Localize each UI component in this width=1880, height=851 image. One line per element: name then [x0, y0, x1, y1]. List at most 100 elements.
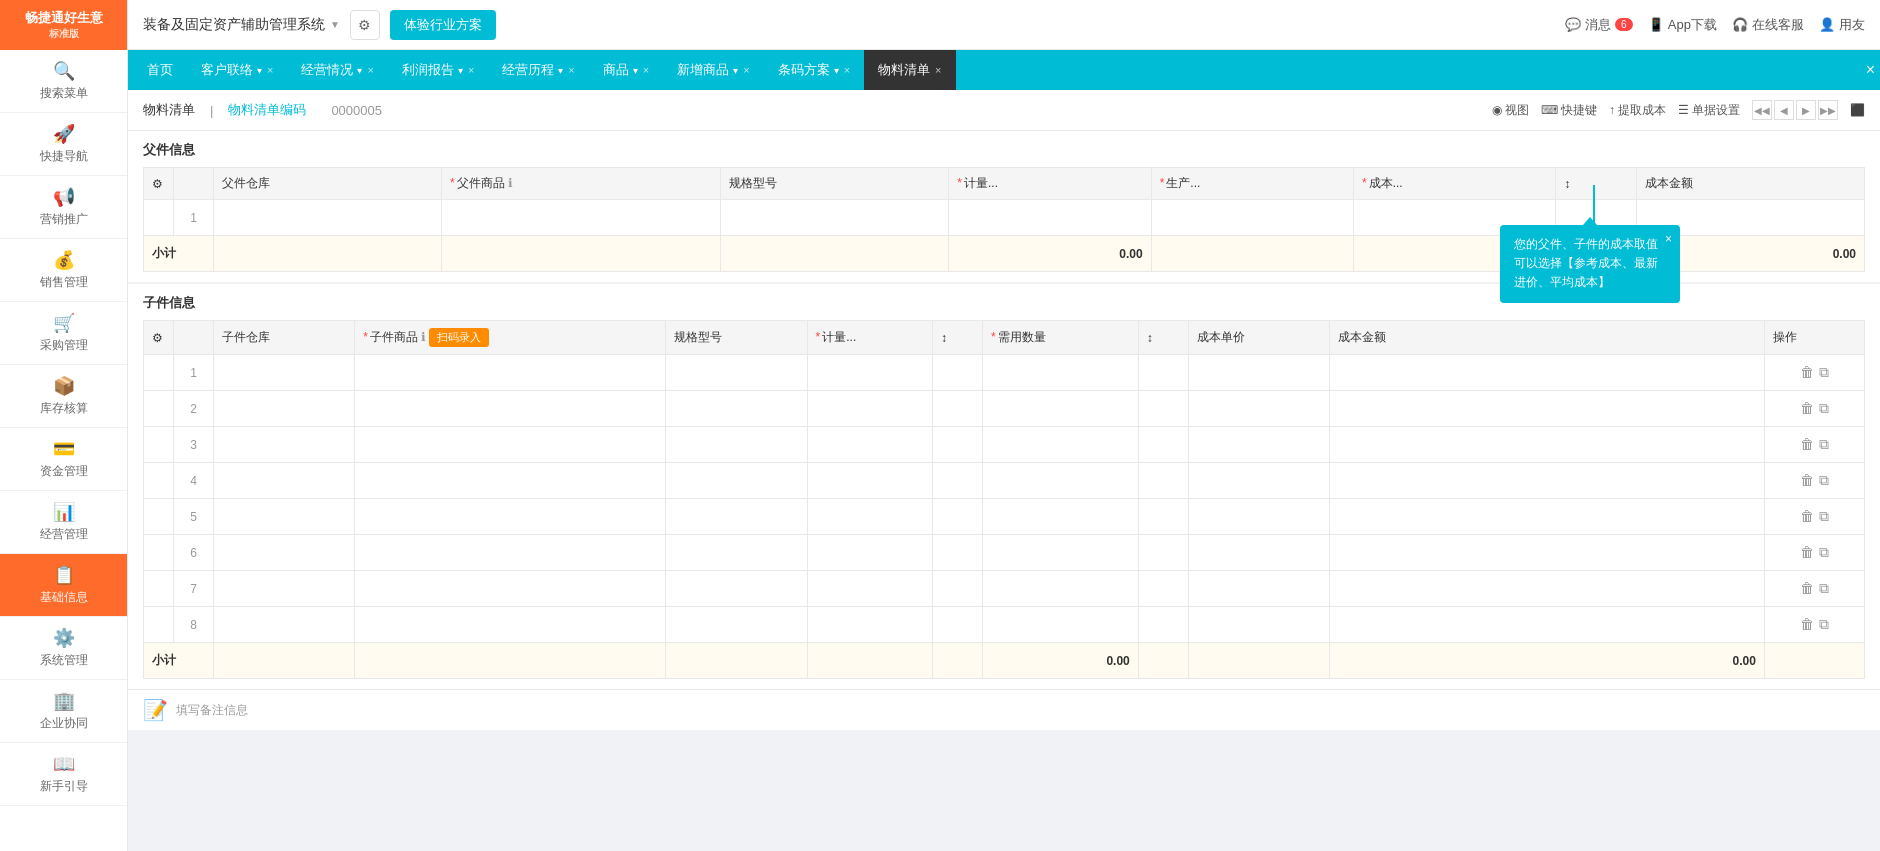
delete-row7-button[interactable]: 🗑	[1800, 580, 1814, 597]
child-row-8: 8 🗑⧉	[144, 607, 1865, 643]
topbar-left: 装备及固定资产辅助管理系统 ▼ ⚙ 体验行业方案	[143, 10, 496, 40]
tab-customers-close[interactable]: ×	[267, 64, 273, 76]
close-all-tabs-button[interactable]: ×	[1866, 61, 1875, 79]
delete-row8-button[interactable]: 🗑	[1800, 616, 1814, 633]
copy-row8-button[interactable]: ⧉	[1819, 616, 1829, 633]
nav-next-next-button[interactable]: ▶▶	[1818, 100, 1838, 120]
tab-new-products-close[interactable]: ×	[743, 64, 749, 76]
child-row1-unit[interactable]	[807, 355, 932, 391]
tab-barcode-close[interactable]: ×	[844, 64, 850, 76]
nav-prev-button[interactable]: ◀	[1774, 100, 1794, 120]
sidebar-item-operation[interactable]: 📊 经营管理	[0, 491, 127, 554]
tab-operations-close[interactable]: ×	[367, 64, 373, 76]
parent-row1-warehouse[interactable]	[214, 200, 442, 236]
tab-new-products[interactable]: 新增商品 ▾ ×	[663, 50, 763, 90]
child-row1-spec[interactable]	[666, 355, 807, 391]
nav-next-button[interactable]: ▶	[1796, 100, 1816, 120]
note-icon: 📝	[143, 698, 168, 722]
tab-products[interactable]: 商品 ▾ ×	[589, 50, 663, 90]
sidebar-item-marketing[interactable]: 📢 营销推广	[0, 176, 127, 239]
tooltip-close-button[interactable]: ×	[1665, 230, 1672, 249]
delete-row1-button[interactable]: 🗑	[1800, 364, 1814, 381]
copy-row6-button[interactable]: ⧉	[1819, 544, 1829, 561]
message-button[interactable]: 💬 消息 6	[1565, 16, 1633, 34]
parent-col-cost-amount: 成本金额	[1636, 168, 1864, 200]
parent-col-production: *生产...	[1151, 168, 1353, 200]
copy-row3-button[interactable]: ⧉	[1819, 436, 1829, 453]
user-button[interactable]: 👤 用友	[1819, 16, 1865, 34]
tab-bom-close[interactable]: ×	[935, 64, 941, 76]
sidebar-item-finance[interactable]: 💳 资金管理	[0, 428, 127, 491]
delete-row6-button[interactable]: 🗑	[1800, 544, 1814, 561]
child-row1-warehouse[interactable]	[214, 355, 355, 391]
system-selector[interactable]: 装备及固定资产辅助管理系统 ▼	[143, 16, 340, 34]
child-row1-product[interactable]	[355, 355, 666, 391]
tab-profit[interactable]: 利润报告 ▾ ×	[388, 50, 488, 90]
sidebar-item-inventory[interactable]: 📦 库存核算	[0, 365, 127, 428]
sidebar-label-system: 系统管理	[40, 652, 88, 669]
tab-customers[interactable]: 客户联络 ▾ ×	[187, 50, 287, 90]
copy-row7-button[interactable]: ⧉	[1819, 580, 1829, 597]
parent-row1-unit[interactable]	[949, 200, 1151, 236]
tab-operations[interactable]: 经营情况 ▾ ×	[287, 50, 387, 90]
app-logo: 畅捷通好生意 标准版	[0, 0, 127, 50]
sidebar-item-basic[interactable]: 📋 基础信息	[0, 554, 127, 617]
copy-row5-button[interactable]: ⧉	[1819, 508, 1829, 525]
page-header: 物料清单 | 物料清单编码 0000005 ◉ 视图 ⌨ 快捷键 ↑ 提取成本	[128, 90, 1880, 131]
child-row1-unit-cost[interactable]	[1188, 355, 1329, 391]
sidebar-item-guide[interactable]: 📖 新手引导	[0, 743, 127, 806]
parent-row1-product[interactable]	[441, 200, 720, 236]
delete-row5-button[interactable]: 🗑	[1800, 508, 1814, 525]
sidebar-item-search[interactable]: 🔍 搜索菜单	[0, 50, 127, 113]
tab-history-close[interactable]: ×	[568, 64, 574, 76]
sidebar-label-search: 搜索菜单	[40, 85, 88, 102]
delete-row4-button[interactable]: 🗑	[1800, 472, 1814, 489]
sidebar-label-quicknav: 快捷导航	[40, 148, 88, 165]
topbar-right: 💬 消息 6 📱 App下载 🎧 在线客服 👤 用友	[1565, 16, 1865, 34]
tab-customers-arrow: ▾	[257, 65, 262, 76]
tab-home[interactable]: 首页	[133, 50, 187, 90]
page-header-toolbar: ◉ 视图 ⌨ 快捷键 ↑ 提取成本 ☰ 单据设置	[1492, 100, 1865, 120]
delete-row3-button[interactable]: 🗑	[1800, 436, 1814, 453]
nav-prev-prev-button[interactable]: ◀◀	[1752, 100, 1772, 120]
doc-settings-button[interactable]: ☰ 单据设置	[1678, 102, 1740, 119]
tab-products-close[interactable]: ×	[643, 64, 649, 76]
sidebar-item-sales[interactable]: 💰 销售管理	[0, 239, 127, 302]
parent-row1-production[interactable]	[1151, 200, 1353, 236]
copy-row1-button[interactable]: ⧉	[1819, 364, 1829, 381]
sidebar-item-purchase[interactable]: 🛒 采购管理	[0, 302, 127, 365]
copy-row4-button[interactable]: ⧉	[1819, 472, 1829, 489]
parent-col-num	[174, 168, 214, 200]
parent-row1-spec[interactable]	[721, 200, 949, 236]
settings-button[interactable]: ⚙	[350, 10, 380, 40]
app-subtitle: 标准版	[49, 27, 79, 41]
child-row-1: 1 🗑	[144, 355, 1865, 391]
child-row-5: 5 🗑⧉	[144, 499, 1865, 535]
view-button[interactable]: ◉ 视图	[1492, 102, 1529, 119]
delete-row2-button[interactable]: 🗑	[1800, 400, 1814, 417]
shortcut-button[interactable]: ⌨ 快捷键	[1541, 102, 1597, 119]
scan-input-button[interactable]: 扫码录入	[429, 328, 489, 347]
online-service-button[interactable]: 🎧 在线客服	[1732, 16, 1804, 34]
breadcrumb-bom[interactable]: 物料清单	[143, 101, 195, 119]
tab-profit-close[interactable]: ×	[468, 64, 474, 76]
expand-button[interactable]: ⬛	[1850, 103, 1865, 117]
content-area: 物料清单 | 物料清单编码 0000005 ◉ 视图 ⌨ 快捷键 ↑ 提取成本	[128, 90, 1880, 851]
extract-cost-button[interactable]: ↑ 提取成本	[1609, 102, 1666, 119]
tab-operations-arrow: ▾	[357, 65, 362, 76]
box-icon: 📦	[53, 375, 75, 397]
sidebar-item-enterprise[interactable]: 🏢 企业协同	[0, 680, 127, 743]
nav-arrows: ◀◀ ◀ ▶ ▶▶	[1752, 100, 1838, 120]
tab-barcode[interactable]: 条码方案 ▾ ×	[764, 50, 864, 90]
child-row1-quantity[interactable]	[982, 355, 1138, 391]
sidebar-label-sales: 销售管理	[40, 274, 88, 291]
copy-row2-button[interactable]: ⧉	[1819, 400, 1829, 417]
tab-history[interactable]: 经营历程 ▾ ×	[488, 50, 588, 90]
sidebar-item-system[interactable]: ⚙️ 系统管理	[0, 617, 127, 680]
child-col-product: *子件商品ℹ 扫码录入	[355, 321, 666, 355]
app-download-button[interactable]: 📱 App下载	[1648, 16, 1717, 34]
trial-button[interactable]: 体验行业方案	[390, 10, 496, 40]
sidebar-item-quicknav[interactable]: 🚀 快捷导航	[0, 113, 127, 176]
tab-bom[interactable]: 物料清单 ×	[864, 50, 955, 90]
tooltip-popup: × 您的父件、子件的成本取值可以选择【参考成本、最新进价、平均成本】	[1500, 225, 1680, 303]
